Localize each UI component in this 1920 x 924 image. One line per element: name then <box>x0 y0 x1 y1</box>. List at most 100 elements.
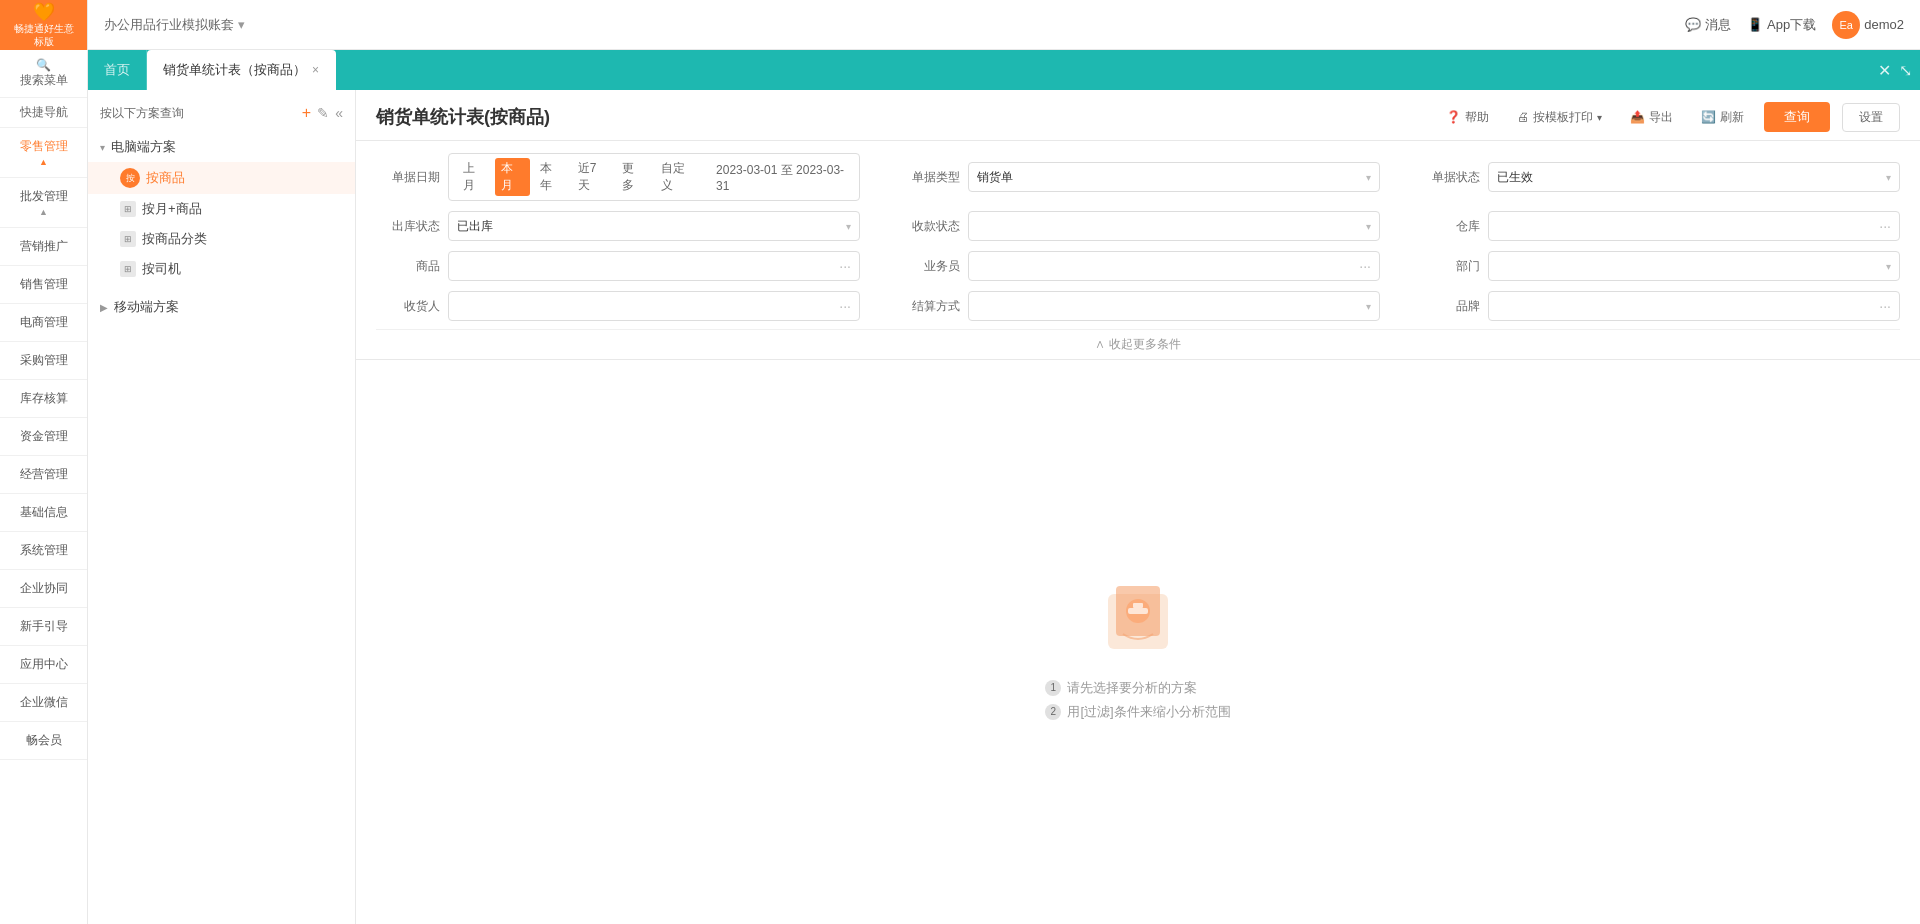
sidebar-item-wechat[interactable]: 企业微信 <box>0 684 87 722</box>
this-month-btn[interactable]: 本月 <box>495 158 529 196</box>
date-filter-control[interactable]: 上月 本月 本年 近7天 更多 自定义 2023-03-01 至 2023-03… <box>448 153 860 201</box>
sidebar-item-sales[interactable]: 销售管理 <box>0 266 87 304</box>
schema-item-by-month-product[interactable]: ⊞ 按月+商品 <box>88 194 355 224</box>
sidebar-item-ecommerce[interactable]: 电商管理 <box>0 304 87 342</box>
print-button[interactable]: 🖨 按模板打印 ▾ <box>1509 105 1610 130</box>
print-label: 按模板打印 <box>1533 109 1593 126</box>
sidebar-item-marketing[interactable]: 营销推广 <box>0 228 87 266</box>
tab-close-icon[interactable]: × <box>312 63 319 77</box>
sidebar-item-basic[interactable]: 基础信息 <box>0 494 87 532</box>
schema-item-by-product[interactable]: 按 按商品 <box>88 162 355 194</box>
filter-cell-dept: 部门 ▾ <box>1416 251 1900 281</box>
app-download-action[interactable]: 📱 App下载 <box>1747 16 1816 34</box>
query-button[interactable]: 查询 <box>1764 102 1830 132</box>
filter-cell-doc-status: 单据状态 已生效 ▾ <box>1416 162 1900 192</box>
sales-label: 销售管理 <box>20 276 68 293</box>
sidebar-item-inventory[interactable]: 库存核算 <box>0 380 87 418</box>
brand-control[interactable]: ··· <box>1488 291 1900 321</box>
warehouse-value: 已出库 <box>457 218 493 235</box>
wechat-label: 企业微信 <box>20 694 68 711</box>
storage-control[interactable]: ··· <box>1488 211 1900 241</box>
refresh-label: 刷新 <box>1720 109 1744 126</box>
svg-rect-3 <box>1128 608 1148 614</box>
sidebar-item-wholesale[interactable]: 批发管理 ▲ <box>0 178 87 228</box>
more-btn[interactable]: 更多 <box>616 158 650 196</box>
doc-type-value: 销货单 <box>977 169 1013 186</box>
collapse-panel-button[interactable]: « <box>335 105 343 121</box>
product-label: 商品 <box>376 258 448 275</box>
avatar: Ea <box>1832 11 1860 39</box>
content-area: 按以下方案查询 + ✎ « ▾ 电脑端方案 按 按商品 ⊞ 按月+商品 <box>88 90 1920 924</box>
add-schema-button[interactable]: + <box>302 104 311 122</box>
print-arrow: ▾ <box>1597 112 1602 123</box>
svg-rect-4 <box>1133 603 1143 608</box>
brand-label: 品牌 <box>1416 298 1488 315</box>
app-title: 办公用品行业模拟账套 <box>104 16 234 34</box>
schema-item-by-driver[interactable]: ⊞ 按司机 <box>88 254 355 284</box>
quick-nav-label: 快捷导航 <box>20 105 68 119</box>
empty-illustration <box>1078 564 1198 667</box>
sidebar: 🧡 畅捷通好生意 标版 🔍 搜索菜单 快捷导航 零售管理 ▲ 批发管理 ▲ 营销… <box>0 0 88 924</box>
sidebar-item-retail[interactable]: 零售管理 ▲ <box>0 128 87 178</box>
date-label: 单据日期 <box>376 169 448 186</box>
help-button[interactable]: ❓ 帮助 <box>1438 105 1497 130</box>
dept-control[interactable]: ▾ <box>1488 251 1900 281</box>
receipt-status-arrow: ▾ <box>1366 221 1371 232</box>
user-action[interactable]: Ea demo2 <box>1832 11 1904 39</box>
product-dots[interactable]: ··· <box>839 258 851 274</box>
app-download-label: App下载 <box>1767 16 1816 34</box>
sidebar-item-purchase[interactable]: 采购管理 <box>0 342 87 380</box>
filter-cell-recipient: 收货人 ··· <box>376 291 860 321</box>
quick-nav[interactable]: 快捷导航 <box>0 98 87 128</box>
storage-dots[interactable]: ··· <box>1879 218 1891 234</box>
doc-type-control[interactable]: 销货单 ▾ <box>968 162 1380 192</box>
doc-status-control[interactable]: 已生效 ▾ <box>1488 162 1900 192</box>
sidebar-item-finance[interactable]: 资金管理 <box>0 418 87 456</box>
filter-row-4: 收货人 ··· 结算方式 ▾ <box>376 291 1900 321</box>
last7-btn[interactable]: 近7天 <box>572 158 612 196</box>
tab-home[interactable]: 首页 <box>88 50 147 90</box>
enterprise-label: 企业协同 <box>20 580 68 597</box>
sidebar-item-system[interactable]: 系统管理 <box>0 532 87 570</box>
inventory-label: 库存核算 <box>20 390 68 407</box>
dropdown-icon[interactable]: ▾ <box>238 17 245 32</box>
messages-action[interactable]: 💬 消息 <box>1685 16 1731 34</box>
export-button[interactable]: 📤 导出 <box>1622 105 1681 130</box>
this-year-btn[interactable]: 本年 <box>534 158 568 196</box>
tab-home-label: 首页 <box>104 61 130 79</box>
settings-button[interactable]: 设置 <box>1842 103 1900 132</box>
collapse-filters-button[interactable]: ∧ 收起更多条件 <box>376 329 1900 359</box>
brand-dots[interactable]: ··· <box>1879 298 1891 314</box>
receipt-status-label: 收款状态 <box>896 218 968 235</box>
sidebar-search[interactable]: 🔍 搜索菜单 <box>0 50 87 98</box>
custom-btn[interactable]: 自定义 <box>655 158 700 196</box>
warehouse-control[interactable]: 已出库 ▾ <box>448 211 860 241</box>
sidebar-item-enterprise[interactable]: 企业协同 <box>0 570 87 608</box>
salesperson-control[interactable]: ··· <box>968 251 1380 281</box>
page-header-top: 销货单统计表(按商品) ❓ 帮助 🖨 按模板打印 ▾ 📤 <box>376 102 1900 132</box>
salesperson-dots[interactable]: ··· <box>1359 258 1371 274</box>
schema-pc-header[interactable]: ▾ 电脑端方案 <box>88 132 355 162</box>
page-header: 销货单统计表(按商品) ❓ 帮助 🖨 按模板打印 ▾ 📤 <box>356 90 1920 141</box>
sidebar-item-member[interactable]: 畅会员 <box>0 722 87 760</box>
tab-close-button[interactable]: ✕ <box>1878 61 1891 80</box>
sidebar-item-operations[interactable]: 经营管理 <box>0 456 87 494</box>
recipient-dots[interactable]: ··· <box>839 298 851 314</box>
payment-control[interactable]: ▾ <box>968 291 1380 321</box>
tab-current[interactable]: 销货单统计表（按商品） × <box>147 50 336 90</box>
product-control[interactable]: ··· <box>448 251 860 281</box>
tab-expand-button[interactable]: ⤡ <box>1899 61 1912 80</box>
schema-item-by-category[interactable]: ⊞ 按商品分类 <box>88 224 355 254</box>
last-month-btn[interactable]: 上月 <box>457 158 491 196</box>
sidebar-item-newbie[interactable]: 新手引导 <box>0 608 87 646</box>
schema-mobile-header[interactable]: ▶ 移动端方案 <box>88 292 355 322</box>
refresh-button[interactable]: 🔄 刷新 <box>1693 105 1752 130</box>
filter-container: 单据日期 上月 本月 本年 近7天 更多 自定义 2023-03-01 至 20… <box>356 141 1920 360</box>
recipient-control[interactable]: ··· <box>448 291 860 321</box>
sidebar-item-apps[interactable]: 应用中心 <box>0 646 87 684</box>
basic-label: 基础信息 <box>20 504 68 521</box>
pc-group-label: 电脑端方案 <box>111 138 176 156</box>
wholesale-label: 批发管理 <box>20 188 68 205</box>
edit-schema-button[interactable]: ✎ <box>317 105 329 121</box>
receipt-status-control[interactable]: ▾ <box>968 211 1380 241</box>
